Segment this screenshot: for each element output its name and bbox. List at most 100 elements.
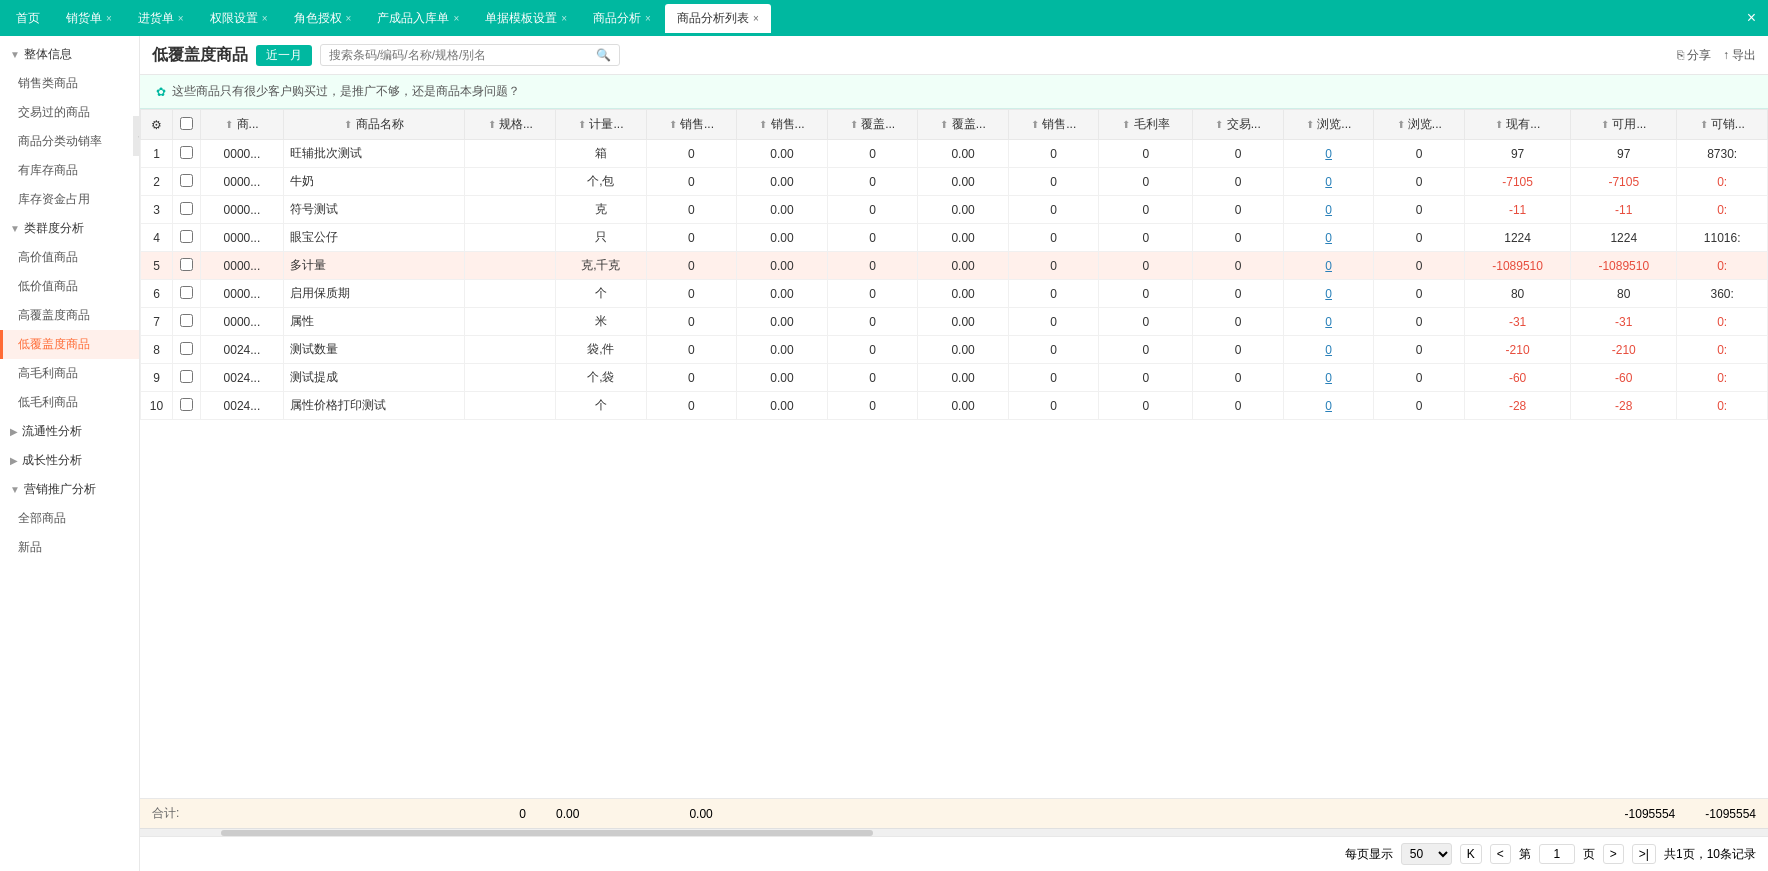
nav-tab-purchase[interactable]: 进货单 ×	[126, 4, 196, 33]
row-sellable: 360:	[1677, 280, 1768, 308]
page-size-select[interactable]: 50 20 100	[1401, 843, 1452, 865]
row-checkbox[interactable]	[173, 364, 201, 392]
row-number: 4	[141, 224, 173, 252]
sidebar-item-inventory-capital[interactable]: 库存资金占用	[0, 185, 139, 214]
sidebar-section-circulation[interactable]: ▶ 流通性分析	[0, 417, 139, 446]
search-icon[interactable]: 🔍	[596, 48, 611, 62]
page-size-label: 每页显示	[1345, 846, 1393, 863]
sidebar-item-sales-products[interactable]: 销售类商品	[0, 69, 139, 98]
row-coverage2: 0.00	[918, 140, 1009, 168]
row-checkbox[interactable]	[173, 280, 201, 308]
row-unit: 个,包	[556, 168, 647, 196]
table-row: 10000...旺辅批次测试箱00.0000.000000097978730:	[141, 140, 1768, 168]
share-button[interactable]: ⎘ 分享	[1677, 47, 1711, 64]
row-checkbox[interactable]	[173, 140, 201, 168]
sidebar-section-cluster[interactable]: ▼ 类群度分析	[0, 214, 139, 243]
chevron-down-icon: ▼	[10, 49, 20, 60]
sidebar-item-new-products[interactable]: 新品	[0, 533, 139, 562]
row-code: 0024...	[201, 392, 284, 420]
next-page-button[interactable]: >	[1603, 844, 1624, 864]
sidebar-section-marketing[interactable]: ▼ 营销推广分析	[0, 475, 139, 504]
sidebar-item-stocked-products[interactable]: 有库存商品	[0, 156, 139, 185]
close-icon[interactable]: ×	[645, 13, 651, 24]
row-sales-qty: 0	[646, 168, 737, 196]
nav-tab-finished-goods[interactable]: 产成品入库单 ×	[365, 4, 471, 33]
nav-tab-product-analysis[interactable]: 商品分析 ×	[581, 4, 663, 33]
table-row: 20000...牛奶个,包00.0000.0000000-7105-71050:	[141, 168, 1768, 196]
row-checkbox[interactable]	[173, 308, 201, 336]
row-code: 0000...	[201, 280, 284, 308]
row-sellable: 0:	[1677, 196, 1768, 224]
row-coverage1: 0	[827, 336, 918, 364]
sidebar-section-growth[interactable]: ▶ 成长性分析	[0, 446, 139, 475]
nav-tab-sales[interactable]: 销货单 ×	[54, 4, 124, 33]
row-browse1: 0	[1283, 364, 1374, 392]
footer-coverage2: 0.00	[689, 807, 712, 821]
table-container: ⚙ ⬆ 商... ⬆ 商品名称 ⬆ 规格... ⬆ 计量... ⬆ 销售... …	[140, 109, 1768, 798]
row-checkbox[interactable]	[173, 336, 201, 364]
row-spec	[465, 308, 556, 336]
nav-tab-permissions[interactable]: 权限设置 ×	[198, 4, 280, 33]
row-current: -210	[1464, 336, 1570, 364]
sidebar-item-low-margin[interactable]: 低毛利商品	[0, 388, 139, 417]
sidebar-item-category-turnover[interactable]: 商品分类动销率	[0, 127, 139, 156]
sidebar-item-traded-products[interactable]: 交易过的商品	[0, 98, 139, 127]
row-code: 0024...	[201, 336, 284, 364]
row-checkbox[interactable]	[173, 196, 201, 224]
row-number: 8	[141, 336, 173, 364]
row-spec	[465, 224, 556, 252]
row-unit: 箱	[556, 140, 647, 168]
sidebar-item-all-products[interactable]: 全部商品	[0, 504, 139, 533]
row-checkbox[interactable]	[173, 252, 201, 280]
close-icon[interactable]: ×	[262, 13, 268, 24]
page-suffix: 页	[1583, 846, 1595, 863]
close-icon[interactable]: ×	[106, 13, 112, 24]
row-unit: 克	[556, 196, 647, 224]
nav-tab-product-analysis-list[interactable]: 商品分析列表 ×	[665, 4, 771, 33]
nav-tab-template[interactable]: 单据模板设置 ×	[473, 4, 579, 33]
close-all-button[interactable]: ×	[1739, 5, 1764, 31]
close-icon[interactable]: ×	[753, 13, 759, 24]
sidebar-item-high-margin[interactable]: 高毛利商品	[0, 359, 139, 388]
search-input[interactable]	[329, 48, 592, 62]
row-checkbox[interactable]	[173, 392, 201, 420]
export-button[interactable]: ↑ 导出	[1723, 47, 1756, 64]
row-code: 0000...	[201, 140, 284, 168]
row-sales-amount: 0.00	[737, 196, 828, 224]
sidebar-section-overall[interactable]: ▼ 整体信息	[0, 40, 139, 69]
row-unit: 只	[556, 224, 647, 252]
scrollbar-thumb[interactable]	[221, 830, 872, 836]
table-footer: 合计: 0 0.00 0.00 -1095554 -1095554	[140, 798, 1768, 828]
sidebar-item-low-value[interactable]: 低价值商品	[0, 272, 139, 301]
last-page-button[interactable]: >|	[1632, 844, 1656, 864]
row-sales-qty: 0	[646, 140, 737, 168]
close-icon[interactable]: ×	[178, 13, 184, 24]
page-input[interactable]	[1539, 844, 1575, 864]
row-sellable: 0:	[1677, 336, 1768, 364]
sidebar-item-high-coverage[interactable]: 高覆盖度商品	[0, 301, 139, 330]
close-icon[interactable]: ×	[561, 13, 567, 24]
period-button[interactable]: 近一月	[256, 45, 312, 66]
close-icon[interactable]: ×	[453, 13, 459, 24]
sidebar-item-high-value[interactable]: 高价值商品	[0, 243, 139, 272]
col-settings[interactable]: ⚙	[141, 110, 173, 140]
sidebar-collapse-toggle[interactable]: «	[133, 116, 140, 156]
close-icon[interactable]: ×	[346, 13, 352, 24]
row-product-name: 牛奶	[283, 168, 465, 196]
first-page-button[interactable]: K	[1460, 844, 1482, 864]
row-coverage1: 0	[827, 224, 918, 252]
col-coverage1: ⬆ 覆盖...	[827, 110, 918, 140]
row-checkbox[interactable]	[173, 168, 201, 196]
sidebar-item-low-coverage[interactable]: 低覆盖度商品	[0, 330, 139, 359]
col-sales3: ⬆ 销售...	[1008, 110, 1099, 140]
horizontal-scrollbar[interactable]	[140, 828, 1768, 836]
row-unit: 袋,件	[556, 336, 647, 364]
nav-tab-roles[interactable]: 角色授权 ×	[282, 4, 364, 33]
nav-tab-home[interactable]: 首页	[4, 4, 52, 33]
select-all-checkbox[interactable]	[180, 117, 193, 130]
prev-page-button[interactable]: <	[1490, 844, 1511, 864]
row-browse2: 0	[1374, 224, 1465, 252]
row-checkbox[interactable]	[173, 224, 201, 252]
row-sales3: 0	[1008, 364, 1099, 392]
col-checkbox[interactable]	[173, 110, 201, 140]
